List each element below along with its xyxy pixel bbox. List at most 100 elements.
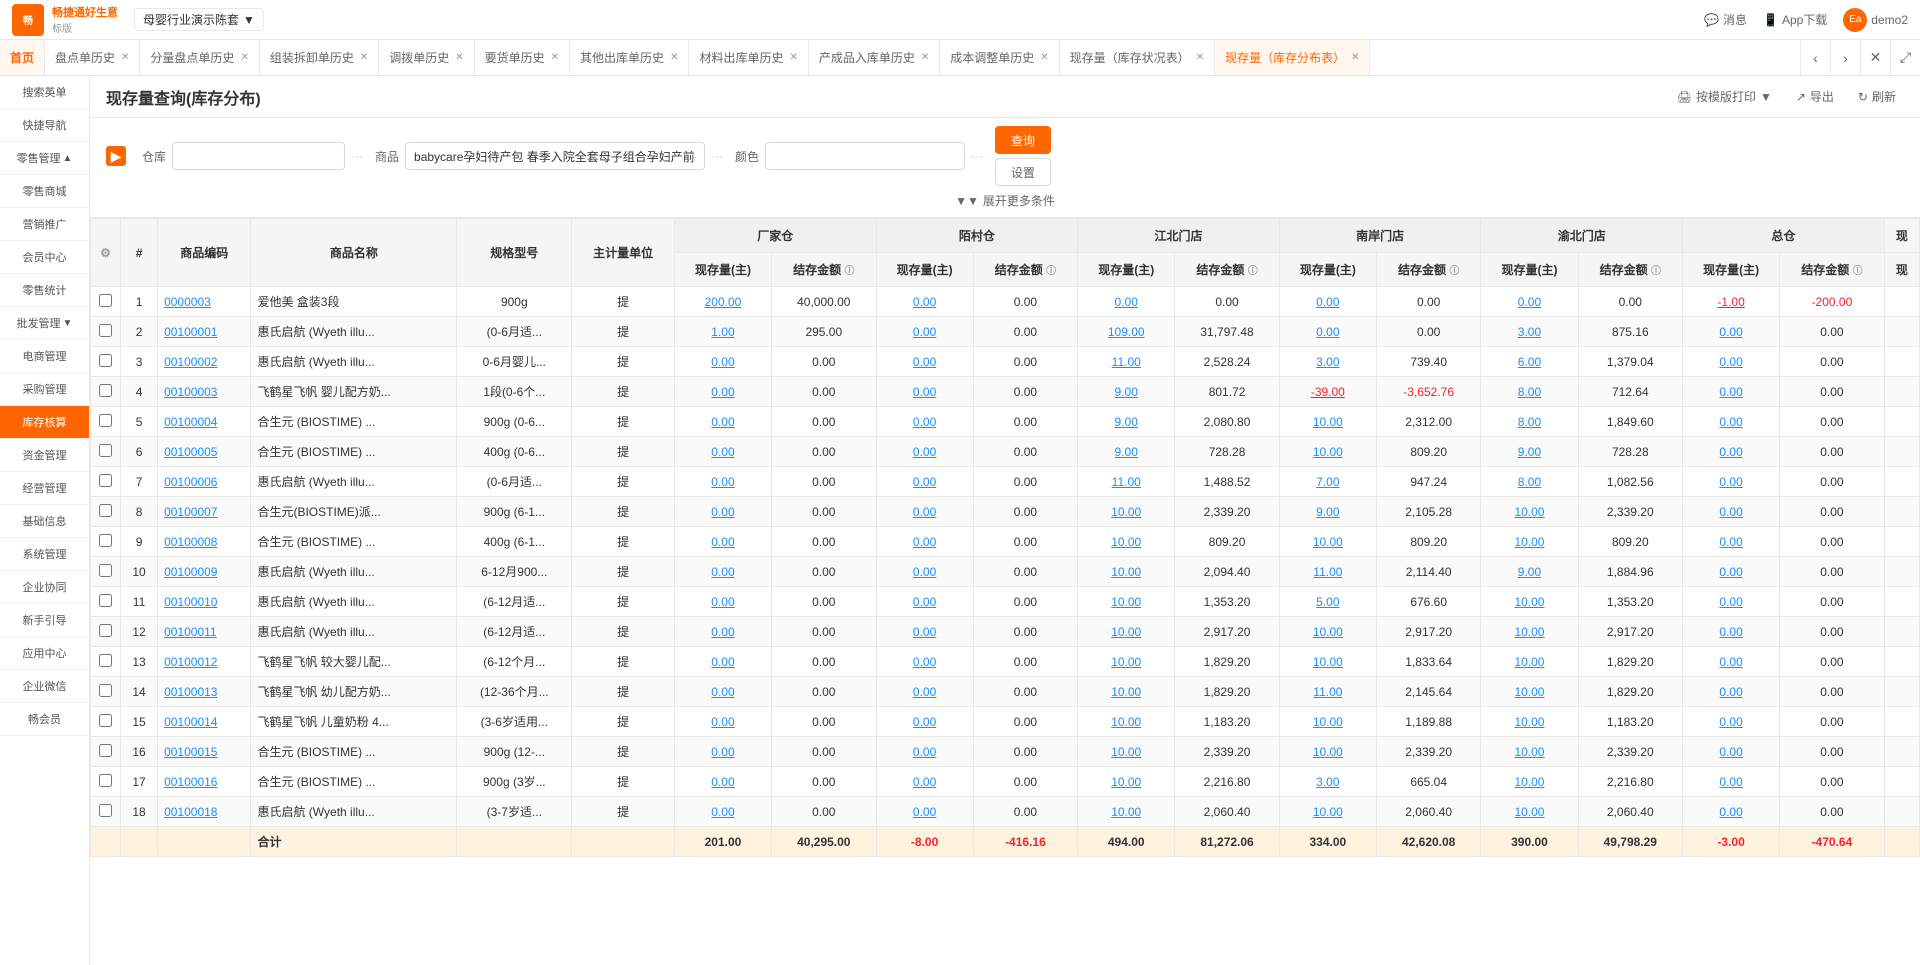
cell-check[interactable] [91,527,121,557]
cell-v-qty[interactable]: 0.00 [876,497,973,527]
cell-jb-qty[interactable]: 10.00 [1078,497,1175,527]
cell-t-qty[interactable]: 0.00 [1683,797,1780,827]
cell-yb-qty[interactable]: 8.00 [1481,407,1578,437]
cell-yb-qty[interactable]: 9.00 [1481,437,1578,467]
cell-t-qty[interactable]: 0.00 [1683,467,1780,497]
sidebar-item-ops[interactable]: 经营管理 [0,472,89,505]
cell-code[interactable]: 00100003 [158,377,251,407]
cell-na-qty[interactable]: 7.00 [1279,467,1376,497]
cell-jb-qty[interactable]: 10.00 [1078,587,1175,617]
sidebar-item-marketing[interactable]: 营销推广 [0,208,89,241]
export-btn[interactable]: ↗ 导出 [1788,84,1842,109]
close-icon[interactable]: ✕ [1351,52,1359,63]
info-icon[interactable]: ⓘ [1046,266,1056,277]
cell-na-qty[interactable]: 0.00 [1279,317,1376,347]
cell-check[interactable] [91,557,121,587]
cell-code[interactable]: 00100009 [158,557,251,587]
cell-t-qty[interactable]: 0.00 [1683,677,1780,707]
sidebar-item-finance[interactable]: 资金管理 [0,439,89,472]
cell-check[interactable] [91,767,121,797]
cell-code[interactable]: 00100005 [158,437,251,467]
close-icon[interactable]: ✕ [1040,52,1048,63]
tab-expand-btn[interactable]: ⤢ [1890,40,1920,76]
cell-yb-qty[interactable]: 10.00 [1481,617,1578,647]
cell-v-qty[interactable]: 0.00 [876,767,973,797]
cell-check[interactable] [91,737,121,767]
cell-f-qty[interactable]: 0.00 [674,437,771,467]
cell-f-qty[interactable]: 0.00 [674,497,771,527]
cell-v-qty[interactable]: 0.00 [876,407,973,437]
cell-check[interactable] [91,497,121,527]
dropdown-selector[interactable]: 母婴行业演示陈套 ▼ [134,8,264,31]
sidebar-item-enterprise[interactable]: 企业协同 [0,571,89,604]
cell-v-qty[interactable]: 0.00 [876,677,973,707]
info-icon[interactable]: ⓘ [1853,266,1863,277]
sidebar-item-search[interactable]: 搜索英单 [0,76,89,109]
cell-v-qty[interactable]: 0.00 [876,737,973,767]
cell-t-qty[interactable]: 0.00 [1683,377,1780,407]
cell-na-qty[interactable]: -39.00 [1279,377,1376,407]
cell-check[interactable] [91,437,121,467]
cell-v-qty[interactable]: 0.00 [876,377,973,407]
info-icon[interactable]: ⓘ [1449,266,1459,277]
tab-home[interactable]: 首页 [0,40,45,76]
cell-jb-qty[interactable]: 10.00 [1078,797,1175,827]
cell-jb-qty[interactable]: 10.00 [1078,527,1175,557]
info-icon[interactable]: ⓘ [844,266,854,277]
cell-code[interactable]: 00100004 [158,407,251,437]
close-icon[interactable]: ✕ [670,52,678,63]
sidebar-item-member[interactable]: 会员中心 [0,241,89,274]
cell-code[interactable]: 0000003 [158,287,251,317]
cell-code[interactable]: 00100012 [158,647,251,677]
cell-check[interactable] [91,317,121,347]
cell-na-qty[interactable]: 10.00 [1279,527,1376,557]
cell-na-qty[interactable]: 3.00 [1279,347,1376,377]
cell-jb-qty[interactable]: 9.00 [1078,377,1175,407]
collapse-arrow[interactable]: ▶ [106,146,126,166]
cell-code[interactable]: 00100011 [158,617,251,647]
cell-yb-qty[interactable]: 8.00 [1481,467,1578,497]
expand-btn[interactable]: ▼▼ 展开更多条件 [955,192,1055,209]
cell-jb-qty[interactable]: 11.00 [1078,347,1175,377]
sidebar-item-ecommerce[interactable]: 电商管理 [0,340,89,373]
tab-cost-adjust[interactable]: 成本调整单历史 ✕ [940,40,1059,76]
cell-jb-qty[interactable]: 9.00 [1078,437,1175,467]
cell-f-qty[interactable]: 0.00 [674,407,771,437]
close-icon[interactable]: ✕ [455,52,463,63]
cell-check[interactable] [91,617,121,647]
cell-code[interactable]: 00100010 [158,587,251,617]
cell-f-qty[interactable]: 0.00 [674,767,771,797]
cell-t-qty[interactable]: 0.00 [1683,587,1780,617]
cell-yb-qty[interactable]: 10.00 [1481,527,1578,557]
cell-yb-qty[interactable]: 0.00 [1481,287,1578,317]
cell-t-qty[interactable]: 0.00 [1683,647,1780,677]
cell-t-qty[interactable]: 0.00 [1683,737,1780,767]
info-icon[interactable]: ⓘ [1651,266,1661,277]
app-download-btn[interactable]: 📱 App下载 [1763,11,1827,28]
tab-material-out[interactable]: 材料出库单历史 ✕ [689,40,808,76]
cell-code[interactable]: 00100014 [158,707,251,737]
cell-f-qty[interactable]: 0.00 [674,377,771,407]
sidebar-item-guide[interactable]: 新手引导 [0,604,89,637]
cell-v-qty[interactable]: 0.00 [876,287,973,317]
warehouse-dots[interactable]: ··· [351,149,363,163]
tab-requisition[interactable]: 要货单历史 ✕ [475,40,570,76]
cell-na-qty[interactable]: 10.00 [1279,797,1376,827]
cell-yb-qty[interactable]: 10.00 [1481,647,1578,677]
cell-jb-qty[interactable]: 10.00 [1078,707,1175,737]
cell-f-qty[interactable]: 0.00 [674,737,771,767]
cell-check[interactable] [91,707,121,737]
cell-na-qty[interactable]: 3.00 [1279,767,1376,797]
cell-check[interactable] [91,647,121,677]
cell-t-qty[interactable]: 0.00 [1683,497,1780,527]
tab-stock-status[interactable]: 现存量（库存状况表） ✕ [1060,40,1215,76]
cell-na-qty[interactable]: 9.00 [1279,497,1376,527]
cell-code[interactable]: 00100007 [158,497,251,527]
close-icon[interactable]: ✕ [551,52,559,63]
cell-yb-qty[interactable]: 10.00 [1481,767,1578,797]
cell-check[interactable] [91,677,121,707]
close-icon[interactable]: ✕ [921,52,929,63]
cell-f-qty[interactable]: 0.00 [674,527,771,557]
cell-jb-qty[interactable]: 9.00 [1078,407,1175,437]
cell-yb-qty[interactable]: 10.00 [1481,677,1578,707]
